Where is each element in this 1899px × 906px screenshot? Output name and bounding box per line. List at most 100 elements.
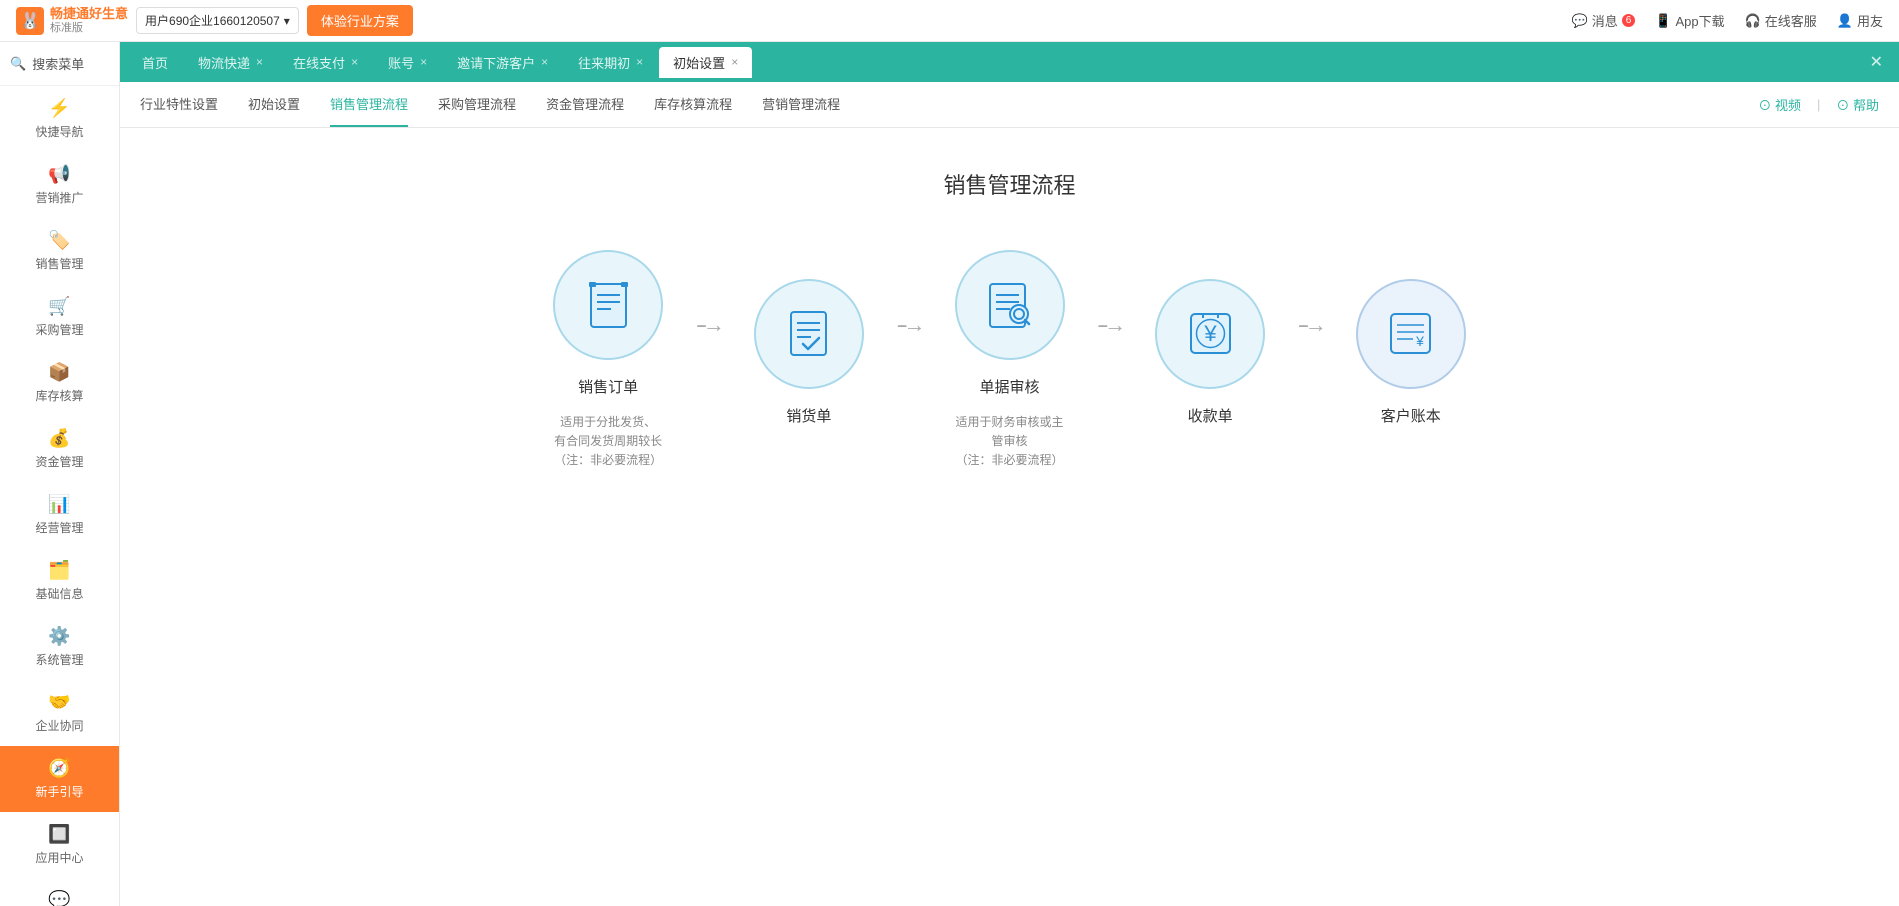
sub-tab-label: 初始设置 (248, 97, 300, 112)
close-icon[interactable]: × (420, 55, 427, 69)
nav-tab-account[interactable]: 账号 × (374, 47, 441, 78)
sub-tab-label: 营销管理流程 (762, 97, 840, 112)
flow-circle-sales-order (553, 250, 663, 360)
sidebar-item-label: 新手引导 (35, 783, 83, 800)
app-download-action[interactable]: 📱 App下载 (1655, 11, 1724, 30)
sidebar-item-label: 营销推广 (35, 189, 83, 206)
sub-tab-inventory-flow[interactable]: 库存核算流程 (654, 82, 732, 127)
user-action[interactable]: 👤 用友 (1837, 11, 1883, 30)
page-content: 销售管理流程 销售订单 (120, 128, 1899, 906)
header-left: 🐰 畅捷通好生意 标准版 用户690企业1660120507 ▾ 体验行业方案 (16, 5, 413, 36)
flow-step-label: 客户账本 (1381, 405, 1441, 426)
handshake-icon: 🤝 (48, 692, 70, 713)
divider: | (1817, 97, 1820, 112)
help-link[interactable]: ⊙ 帮助 (1836, 95, 1879, 114)
content-area: 首页 物流快递 × 在线支付 × 账号 × 邀请下游客户 × 往来期初 × (120, 42, 1899, 906)
nav-tab-invite[interactable]: 邀请下游客户 × (443, 47, 562, 78)
flow-step-sales-order: 销售订单 适用于分批发货、有合同发货周期较长（注：非必要流程） (528, 250, 688, 471)
nav-tab-init[interactable]: 初始设置 × (659, 47, 752, 78)
sub-tabs-right: ⊙ 视频 | ⊙ 帮助 (1758, 95, 1879, 114)
sub-tab-label: 资金管理流程 (546, 97, 624, 112)
sidebar-item-wechat[interactable]: 💬 企业微信 (0, 878, 119, 906)
flow-arrow-4: --→ (1298, 312, 1323, 338)
search-menu-item[interactable]: 🔍 搜索菜单 (0, 42, 119, 86)
sub-tab-label: 采购管理流程 (438, 97, 516, 112)
sub-tab-marketing-flow[interactable]: 营销管理流程 (762, 82, 840, 127)
sidebar-item-basic-info[interactable]: 🗂️ 基础信息 (0, 548, 119, 614)
nav-tab-label: 物流快递 (198, 53, 250, 72)
logo-text: 畅捷通好生意 标准版 (50, 6, 128, 35)
flow-step-desc: 适用于分批发货、有合同发货周期较长（注：非必要流程） (554, 413, 662, 471)
sidebar-item-finance[interactable]: 💰 资金管理 (0, 416, 119, 482)
sidebar-item-system[interactable]: ⚙️ 系统管理 (0, 614, 119, 680)
nav-tab-payment[interactable]: 在线支付 × (279, 47, 372, 78)
sub-tab-purchase-flow[interactable]: 采购管理流程 (438, 82, 516, 127)
flow-circle-receipt: ¥ (1155, 279, 1265, 389)
flow-step-label: 销售订单 (578, 376, 638, 397)
sidebar-item-sales[interactable]: 🏷️ 销售管理 (0, 218, 119, 284)
flow-step-receipt: ¥ 收款单 (1130, 279, 1290, 442)
sidebar-item-purchase[interactable]: 🛒 采购管理 (0, 284, 119, 350)
flow-step-label: 销货单 (786, 405, 831, 426)
flow-step-label: 收款单 (1188, 405, 1233, 426)
gear-icon: ⚙️ (48, 626, 70, 647)
sub-tab-label: 库存核算流程 (654, 97, 732, 112)
sub-tabs: 行业特性设置 初始设置 销售管理流程 采购管理流程 资金管理流程 库存核算流程 … (120, 82, 1899, 128)
sidebar-item-quick-nav[interactable]: ⚡ 快捷导航 (0, 86, 119, 152)
close-icon[interactable]: × (636, 55, 643, 69)
close-icon[interactable]: × (256, 55, 263, 69)
message-label: 消息 (1592, 11, 1618, 30)
flow-step-invoice: 销货单 (729, 279, 889, 442)
nav-close-button[interactable]: ✕ (1862, 52, 1891, 72)
online-service-action[interactable]: 🎧 在线客服 (1745, 11, 1817, 30)
sidebar-item-operations[interactable]: 📊 经营管理 (0, 482, 119, 548)
folder-icon: 🗂️ (48, 560, 70, 581)
close-icon[interactable]: × (541, 55, 548, 69)
sub-tab-initial[interactable]: 初始设置 (248, 82, 300, 127)
trial-button[interactable]: 体验行业方案 (307, 5, 413, 36)
sidebar-item-label: 经营管理 (35, 519, 83, 536)
headset-icon: 🎧 (1745, 13, 1761, 29)
lightning-icon: ⚡ (48, 98, 70, 119)
message-action[interactable]: 💬 消息 6 (1572, 11, 1636, 30)
nav-tab-label: 首页 (142, 53, 168, 72)
flow-step-desc: 适用于财务审核或主管审核（注：非必要流程） (955, 413, 1063, 471)
nav-tab-label: 初始设置 (673, 53, 725, 72)
sidebar-item-label: 系统管理 (35, 651, 83, 668)
sidebar-item-collab[interactable]: 🤝 企业协同 (0, 680, 119, 746)
compass-icon: 🧭 (48, 758, 70, 779)
close-icon[interactable]: × (351, 55, 358, 69)
nav-tab-home[interactable]: 首页 (128, 47, 182, 78)
logo-line2: 标准版 (50, 22, 128, 35)
service-label: 在线客服 (1765, 11, 1817, 30)
sidebar-item-marketing[interactable]: 📢 营销推广 (0, 152, 119, 218)
nav-tab-label: 在线支付 (293, 53, 345, 72)
sidebar-item-label: 快捷导航 (35, 123, 83, 140)
sub-tab-label: 行业特性设置 (140, 97, 218, 112)
flow-step-label: 单据审核 (979, 376, 1039, 397)
flow-circle-invoice (754, 279, 864, 389)
sub-tab-sales-flow[interactable]: 销售管理流程 (330, 82, 408, 127)
sidebar-item-guide[interactable]: 🧭 新手引导 (0, 746, 119, 812)
grid-icon: 🔲 (48, 824, 70, 845)
nav-tab-period[interactable]: 往来期初 × (564, 47, 657, 78)
cart-icon: 🛒 (48, 296, 70, 317)
video-link[interactable]: ⊙ 视频 (1758, 95, 1801, 114)
nav-tabs: 首页 物流快递 × 在线支付 × 账号 × 邀请下游客户 × 往来期初 × (120, 42, 1899, 82)
chevron-down-icon: ▾ (284, 14, 290, 28)
flow-circle-account: ¥ (1356, 279, 1466, 389)
close-icon[interactable]: × (731, 55, 738, 69)
flow-arrow-3: --→ (1098, 312, 1123, 338)
nav-tab-logistics[interactable]: 物流快递 × (184, 47, 277, 78)
sub-tab-industry[interactable]: 行业特性设置 (140, 82, 218, 127)
money-icon: 💰 (48, 428, 70, 449)
user-label: 用户690企业1660120507 (145, 12, 280, 29)
sidebar-item-inventory[interactable]: 📦 库存核算 (0, 350, 119, 416)
sub-tab-finance-flow[interactable]: 资金管理流程 (546, 82, 624, 127)
user-action-label: 用友 (1857, 11, 1883, 30)
sidebar-item-label: 资金管理 (35, 453, 83, 470)
nav-tab-label: 账号 (388, 53, 414, 72)
user-select[interactable]: 用户690企业1660120507 ▾ (136, 7, 299, 34)
flow-arrow-2: --→ (897, 312, 922, 338)
sidebar-item-apps[interactable]: 🔲 应用中心 (0, 812, 119, 878)
